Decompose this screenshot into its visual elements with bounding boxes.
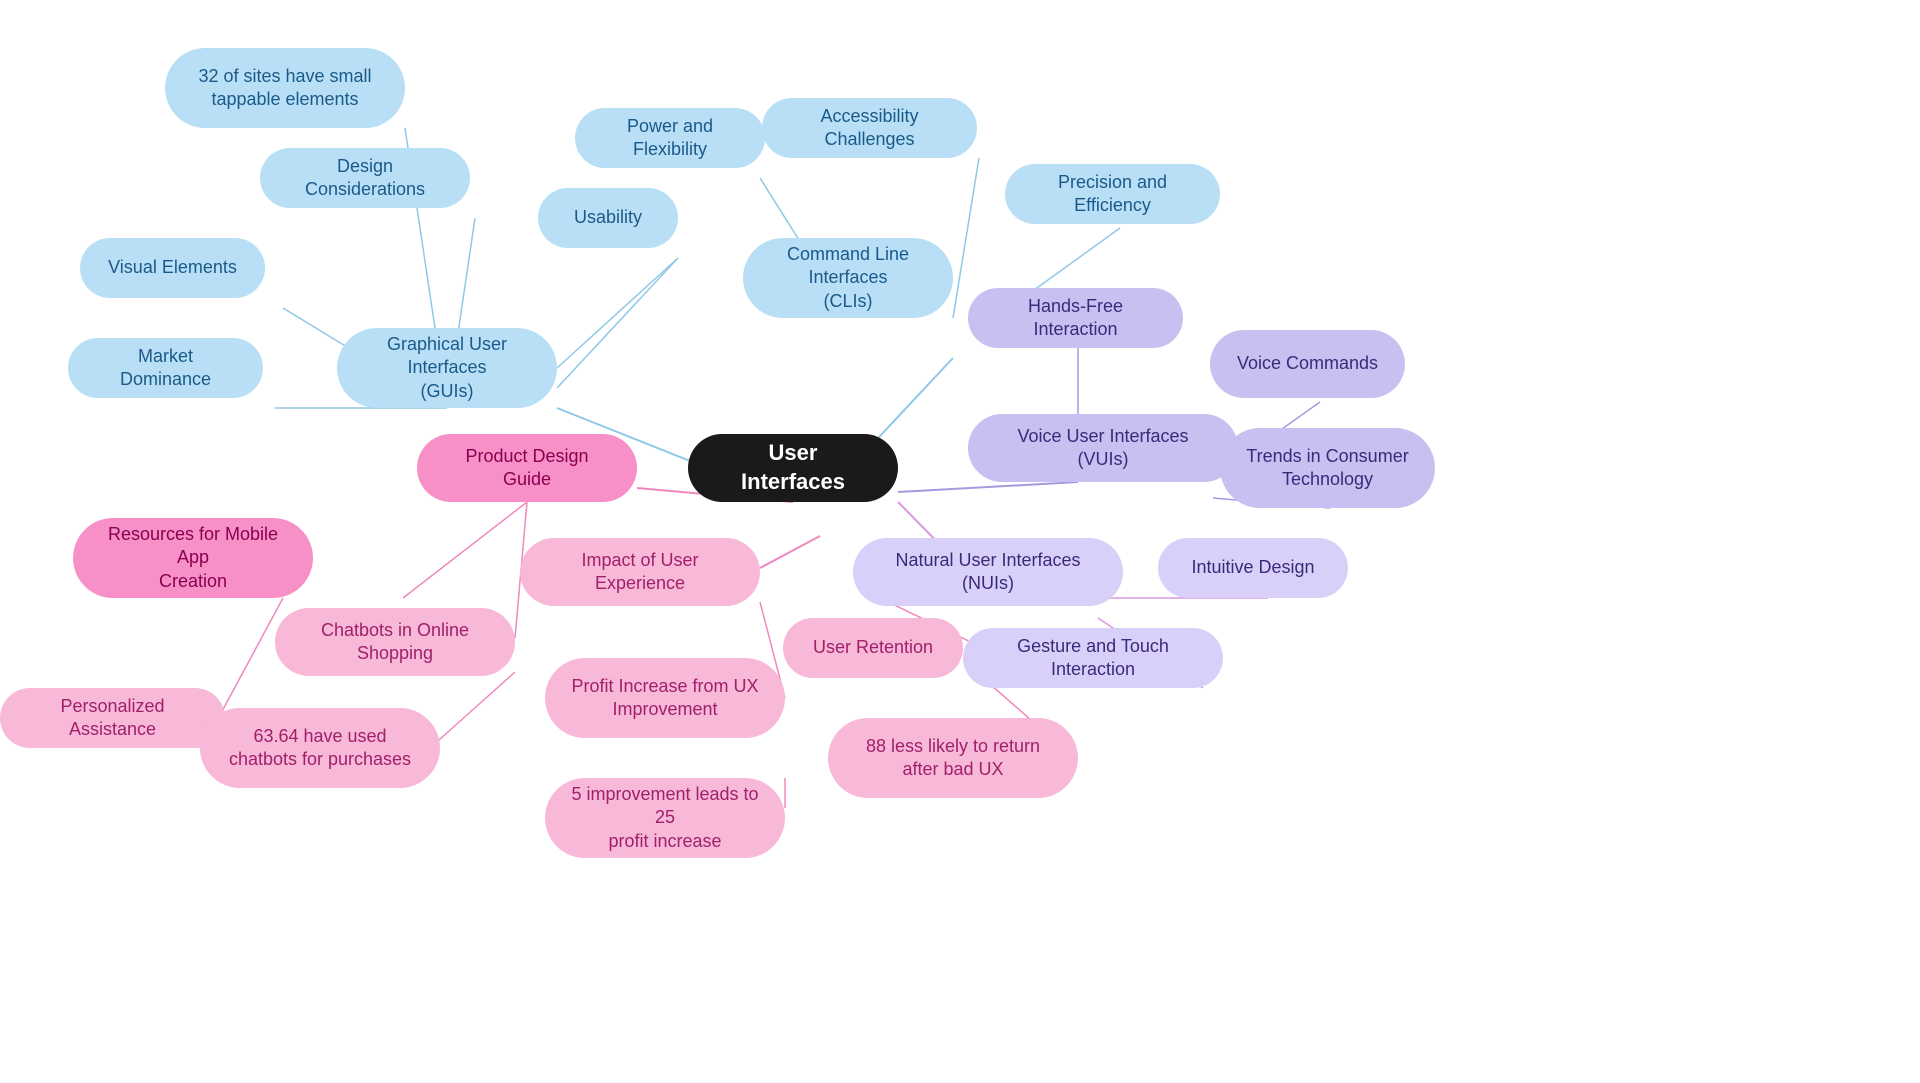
pdg-node: Product Design Guide [417,434,637,502]
five-improve-node: 5 improvement leads to 25profit increase [545,778,785,858]
power-node: Power and Flexibility [575,108,765,168]
market-node: Market Dominance [68,338,263,398]
chatbot-pct-node: 63.64 have used chatbots for purchases [200,708,440,788]
chatbots-node: Chatbots in Online Shopping [275,608,515,676]
visual-node: Visual Elements [80,238,265,298]
voice-cmd-node: Voice Commands [1210,330,1405,398]
bad-ux-node: 88 less likely to return after bad UX [828,718,1078,798]
tappable-node: 32 of sites have small tappable elements [165,48,405,128]
intuitive-node: Intuitive Design [1158,538,1348,598]
gesture-node: Gesture and Touch Interaction [963,628,1223,688]
personal-node: Personalized Assistance [0,688,225,748]
usability-node: Usability [538,188,678,248]
precision-node: Precision and Efficiency [1005,164,1220,224]
nui-node: Natural User Interfaces (NUIs) [853,538,1123,606]
gui-node: Graphical User Interfaces(GUIs) [337,328,557,408]
mobile-node: Resources for Mobile AppCreation [73,518,313,598]
vui-node: Voice User Interfaces (VUIs) [968,414,1238,482]
cli-node: Command Line Interfaces(CLIs) [743,238,953,318]
ux-node: Impact of User Experience [520,538,760,606]
access-node: Accessibility Challenges [762,98,977,158]
design-cons-node: Design Considerations [260,148,470,208]
retention-node: User Retention [783,618,963,678]
handsfree-node: Hands-Free Interaction [968,288,1183,348]
trends-node: Trends in ConsumerTechnology [1220,428,1435,508]
profit-node: Profit Increase from UXImprovement [545,658,785,738]
center-node: User Interfaces [688,434,898,502]
